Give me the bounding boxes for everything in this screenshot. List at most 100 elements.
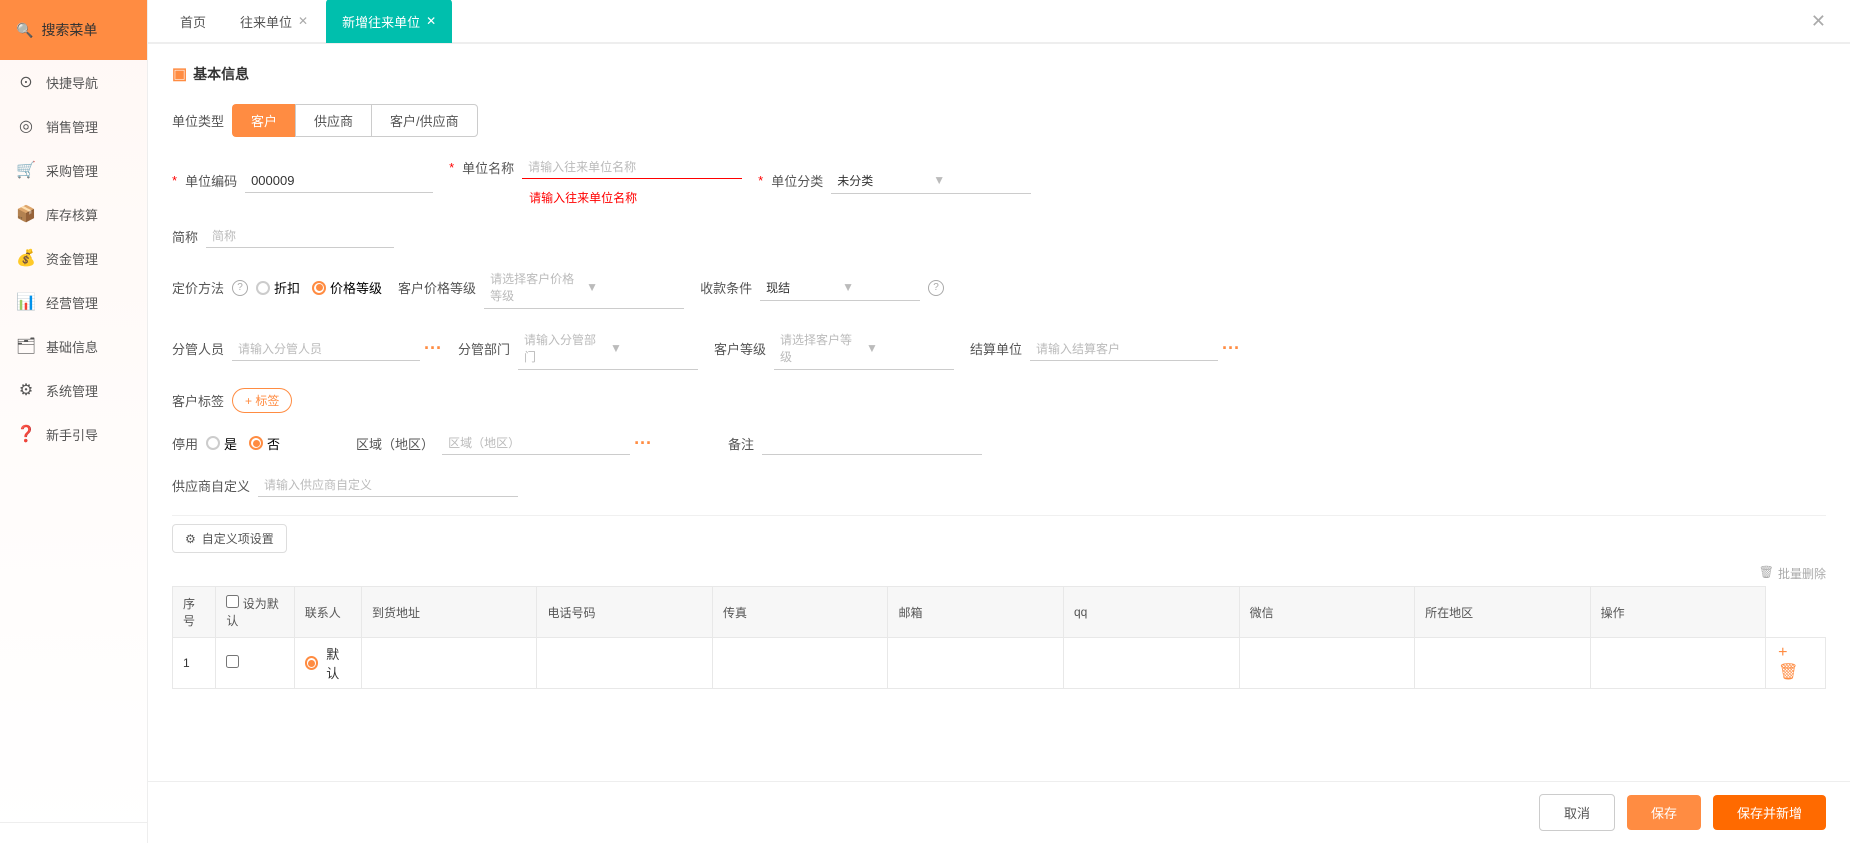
manager-input[interactable] xyxy=(232,337,420,361)
settlement-input[interactable] xyxy=(1030,337,1218,361)
add-tag-label: + 标签 xyxy=(245,392,279,409)
unit-type-supplier-button[interactable]: 供应商 xyxy=(295,104,371,137)
row-address-input[interactable] xyxy=(547,656,702,671)
settlement-more-btn[interactable]: ··· xyxy=(1222,338,1240,359)
row-contact[interactable] xyxy=(361,638,537,689)
row-fax-input[interactable] xyxy=(898,656,1053,671)
row-add-btn[interactable]: + xyxy=(1778,644,1787,661)
unit-name-input[interactable] xyxy=(522,155,742,179)
tab-home[interactable]: 首页 xyxy=(164,0,222,43)
unit-category-required: * xyxy=(758,173,763,188)
table-col-邮箱: 邮箱 xyxy=(888,587,1064,638)
tab-close-new-partner[interactable]: ✕ xyxy=(426,14,436,28)
unit-type-row: 单位类型 客户供应商客户/供应商 xyxy=(172,104,1826,137)
unit-category-value: 未分类 xyxy=(837,172,929,189)
disabled-yes-radio[interactable]: 是 xyxy=(206,434,237,453)
table-select-all[interactable] xyxy=(226,595,239,608)
row-email-input[interactable] xyxy=(1074,656,1229,671)
tab-close-partner[interactable]: ✕ xyxy=(298,14,308,28)
sidebar-header: 🔍 搜索菜单 xyxy=(0,0,147,60)
notes-input[interactable] xyxy=(762,431,982,455)
cancel-button[interactable]: 取消 xyxy=(1539,794,1615,831)
row-qq-input[interactable] xyxy=(1250,656,1405,671)
row-checkbox[interactable] xyxy=(216,638,294,689)
tab-partner[interactable]: 往来单位✕ xyxy=(224,0,324,43)
row-qq[interactable] xyxy=(1239,638,1415,689)
table-col-电话号码: 电话号码 xyxy=(537,587,713,638)
row-select[interactable] xyxy=(226,655,239,668)
short-name-input[interactable] xyxy=(206,224,394,248)
sidebar-item-base[interactable]: 🗂基础信息 xyxy=(0,324,147,368)
row-address[interactable] xyxy=(537,638,713,689)
unit-category-select[interactable]: 未分类 ▼ xyxy=(831,168,1031,194)
sidebar-item-sales[interactable]: ◎销售管理 xyxy=(0,104,147,148)
row-region-input[interactable] xyxy=(1601,656,1756,671)
row-phone[interactable] xyxy=(712,638,888,689)
batch-delete-area: 🗑 批量删除 xyxy=(172,565,1826,582)
department-group: 分管部门 请输入分管部门 ▼ xyxy=(458,327,698,370)
customer-level-select[interactable]: 请选择客户等级 ▼ xyxy=(774,327,954,370)
divider xyxy=(172,515,1826,516)
region-input[interactable] xyxy=(442,431,630,455)
tab-label-new-partner: 新增往来单位 xyxy=(342,12,420,31)
pricing-level-circle xyxy=(312,281,326,295)
close-window-icon[interactable]: ✕ xyxy=(1803,11,1834,32)
settlement-group: 结算单位 ··· xyxy=(970,337,1240,361)
payment-terms-select[interactable]: 现结 ▼ xyxy=(760,275,920,301)
disabled-no-radio[interactable]: 否 xyxy=(249,434,280,453)
supplier-custom-group: 供应商自定义 xyxy=(172,473,518,497)
unit-code-required: * xyxy=(172,173,177,188)
pricing-method-group: 定价方法 ? 折扣 价格等级 xyxy=(172,278,382,297)
row-email[interactable] xyxy=(1063,638,1239,689)
sidebar-item-funds[interactable]: 💰资金管理 xyxy=(0,236,147,280)
guide-icon: ❓ xyxy=(16,424,36,444)
region-group: 区域（地区） ··· xyxy=(356,431,652,455)
row-contact-input[interactable] xyxy=(372,656,527,671)
row-fax[interactable] xyxy=(888,638,1064,689)
sidebar-item-inventory[interactable]: 📦库存核算 xyxy=(0,192,147,236)
save-button[interactable]: 保存 xyxy=(1627,795,1701,830)
region-input-wrap: ··· xyxy=(442,431,652,455)
unit-type-customer-button[interactable]: 客户 xyxy=(232,104,295,137)
add-tag-button[interactable]: + 标签 xyxy=(232,388,292,413)
row-region[interactable] xyxy=(1590,638,1766,689)
sidebar-bottom xyxy=(0,822,147,843)
unit-type-label: 单位类型 xyxy=(172,111,224,130)
region-more-btn[interactable]: ··· xyxy=(634,433,652,454)
customer-price-level-select[interactable]: 请选择客户价格等级 ▼ xyxy=(484,266,684,309)
batch-delete-label[interactable]: 批量删除 xyxy=(1778,565,1826,582)
tab-bar: 首页往来单位✕ 新增往来单位 ✕ ✕ xyxy=(148,0,1850,44)
unit-type-both-button[interactable]: 客户/供应商 xyxy=(371,104,478,137)
pricing-help-icon[interactable]: ? xyxy=(232,280,248,296)
system-icon: ⚙ xyxy=(16,380,36,400)
sidebar-item-operations[interactable]: 📊经营管理 xyxy=(0,280,147,324)
row-default-radio[interactable]: 默认 xyxy=(305,644,351,682)
pricing-level-radio[interactable]: 价格等级 xyxy=(312,278,382,297)
unit-category-chevron: ▼ xyxy=(933,173,1025,187)
row-wechat[interactable] xyxy=(1415,638,1591,689)
row-phone-input[interactable] xyxy=(723,656,878,671)
department-select[interactable]: 请输入分管部门 ▼ xyxy=(518,327,698,370)
payment-terms-help-icon[interactable]: ? xyxy=(928,280,944,296)
sidebar-item-purchase[interactable]: 🛒采购管理 xyxy=(0,148,147,192)
sidebar-label-guide: 新手引导 xyxy=(46,425,98,444)
supplier-custom-input[interactable] xyxy=(258,473,518,497)
search-menu-item[interactable]: 🔍 搜索菜单 xyxy=(0,10,147,50)
manager-more-btn[interactable]: ··· xyxy=(424,338,442,359)
pricing-discount-radio[interactable]: 折扣 xyxy=(256,278,300,297)
customer-level-chevron: ▼ xyxy=(866,341,948,355)
save-new-button[interactable]: 保存并新增 xyxy=(1713,795,1826,830)
tab-new-partner[interactable]: 新增往来单位 ✕ xyxy=(326,0,452,43)
manager-label: 分管人员 xyxy=(172,339,224,358)
sidebar-label-quick-nav: 快捷导航 xyxy=(46,73,98,92)
custom-settings-button[interactable]: ⚙ 自定义项设置 xyxy=(172,524,287,553)
sidebar-item-system[interactable]: ⚙系统管理 xyxy=(0,368,147,412)
purchase-icon: 🛒 xyxy=(16,160,36,180)
operations-icon: 📊 xyxy=(16,292,36,312)
sidebar-item-quick-nav[interactable]: ⊙快捷导航 xyxy=(0,60,147,104)
row-wechat-input[interactable] xyxy=(1425,656,1580,671)
sidebar-item-guide[interactable]: ❓ 新手引导 xyxy=(0,412,147,456)
unit-code-input[interactable] xyxy=(245,169,433,193)
table-col-所在地区: 所在地区 xyxy=(1415,587,1591,638)
row-delete-btn[interactable]: 🗑 xyxy=(1778,664,1798,681)
